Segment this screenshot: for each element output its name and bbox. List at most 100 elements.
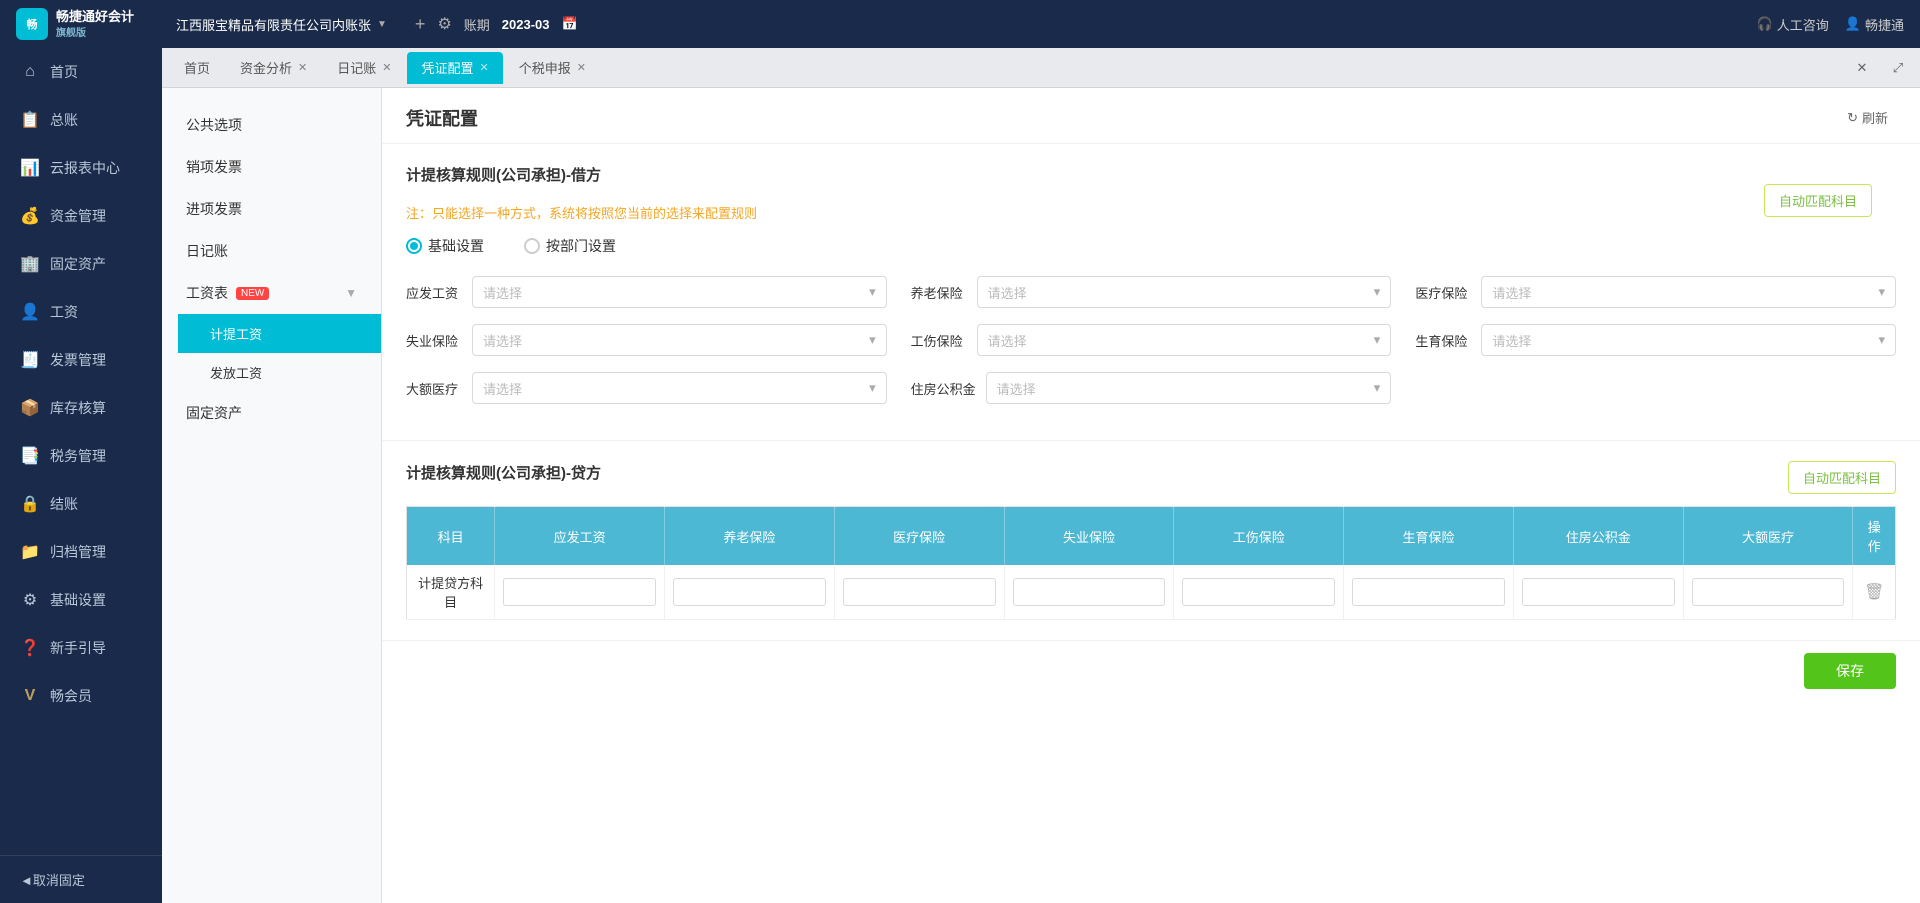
sidebar-item-ledger[interactable]: 📋 总账 bbox=[0, 96, 162, 144]
radio-basic-circle bbox=[406, 238, 422, 254]
cancel-fixed-btn[interactable]: ◄取消固定 bbox=[0, 855, 162, 903]
select-chevron2: ▾ bbox=[1374, 284, 1381, 300]
tab-capital-close[interactable]: ✕ bbox=[298, 61, 307, 74]
field-gong-shang: 工伤保险 请选择 ▾ bbox=[911, 324, 1392, 356]
input-shi-ye[interactable] bbox=[1013, 578, 1166, 606]
save-btn[interactable]: 保存 bbox=[1804, 653, 1896, 689]
add-company-btn[interactable]: + bbox=[415, 14, 426, 35]
td-zhu-fang[interactable] bbox=[1513, 565, 1683, 620]
td-shi-ye[interactable] bbox=[1004, 565, 1174, 620]
input-yi-liao[interactable] bbox=[843, 578, 996, 606]
sidebar-item-invoice[interactable]: 🧾 发票管理 bbox=[0, 336, 162, 384]
td-yi-liao[interactable] bbox=[834, 565, 1004, 620]
delete-row-btn[interactable]: 🗑 bbox=[1864, 584, 1884, 601]
select-yang-lao[interactable]: 请选择 ▾ bbox=[977, 276, 1392, 308]
page-header: 凭证配置 ↻ 刷新 bbox=[382, 88, 1920, 144]
sidebar-item-salary[interactable]: 👤 工资 bbox=[0, 288, 162, 336]
sidebar-item-capital[interactable]: 💰 资金管理 bbox=[0, 192, 162, 240]
left-nav-public-label: 公共选项 bbox=[186, 115, 242, 135]
select-ying-fa[interactable]: 请选择 ▾ bbox=[472, 276, 887, 308]
left-nav-journal[interactable]: 日记账 bbox=[162, 230, 381, 272]
settings-icon[interactable]: ⚙ bbox=[437, 14, 451, 34]
auto-match-credit-btn[interactable]: 自动匹配科目 bbox=[1788, 461, 1896, 494]
tab-journal-close[interactable]: ✕ bbox=[382, 61, 391, 74]
radio-dept[interactable]: 按部门设置 bbox=[524, 236, 616, 256]
label-yi-liao: 医疗保险 bbox=[1415, 283, 1471, 302]
sidebar-item-settings[interactable]: ⚙ 基础设置 bbox=[0, 576, 162, 624]
chevron-down-icon: ▼ bbox=[377, 19, 387, 30]
cancel-fixed-label: ◄取消固定 bbox=[20, 870, 85, 889]
input-ying-fa[interactable] bbox=[503, 578, 656, 606]
left-nav-sub: 计提工资 发放工资 bbox=[162, 314, 381, 392]
left-nav-salary-payment[interactable]: 发放工资 bbox=[178, 353, 381, 392]
select-chevron6: ▾ bbox=[1878, 332, 1885, 348]
sidebar-item-inventory[interactable]: 📦 库存核算 bbox=[0, 384, 162, 432]
sidebar-item-guide[interactable]: ❓ 新手引导 bbox=[0, 624, 162, 672]
sidebar-label-capital: 资金管理 bbox=[50, 206, 106, 226]
app-name: 畅捷通好会计 bbox=[56, 9, 134, 25]
auto-match-debit-btn[interactable]: 自动匹配科目 bbox=[1764, 184, 1872, 217]
guide-icon: ❓ bbox=[20, 638, 40, 658]
section-debit: 计提核算规则(公司承担)-借方 自动匹配科目 注：只能选择一种方式，系统将按照您… bbox=[382, 144, 1920, 441]
tab-voucher-close[interactable]: ✕ bbox=[480, 61, 489, 74]
left-nav-sales-invoice[interactable]: 销项发票 bbox=[162, 146, 381, 188]
select-zhu-fang[interactable]: 请选择 ▾ bbox=[986, 372, 1392, 404]
td-sheng-yu[interactable] bbox=[1344, 565, 1514, 620]
tab-home[interactable]: 首页 bbox=[170, 52, 224, 84]
expand-tab-btn[interactable]: ⤢ bbox=[1884, 54, 1912, 82]
left-nav-fixed-assets[interactable]: 固定资产 bbox=[162, 392, 381, 434]
refresh-btn[interactable]: ↻ 刷新 bbox=[1839, 104, 1896, 131]
logo-text: 畅捷通好会计 旗舰版 bbox=[56, 9, 134, 40]
user-btn[interactable]: 👤 畅捷通 bbox=[1845, 15, 1904, 34]
calendar-icon[interactable]: 📅 bbox=[562, 16, 578, 32]
th-subject: 科目 bbox=[407, 507, 495, 566]
select-chevron: ▾ bbox=[869, 284, 876, 300]
consult-btn[interactable]: 🎧 人工咨询 bbox=[1757, 15, 1829, 34]
new-badge: NEW bbox=[236, 287, 269, 300]
left-nav: 公共选项 销项发票 进项发票 日记账 工资表 NEW ▼ bbox=[162, 88, 382, 903]
select-sheng-yu[interactable]: 请选择 ▾ bbox=[1481, 324, 1896, 356]
input-sheng-yu[interactable] bbox=[1352, 578, 1505, 606]
tab-journal-label: 日记账 bbox=[337, 58, 376, 77]
input-yang-lao[interactable] bbox=[673, 578, 826, 606]
section-debit-header: 计提核算规则(公司承担)-借方 自动匹配科目 注：只能选择一种方式，系统将按照您… bbox=[406, 164, 1896, 222]
label-yang-lao: 养老保险 bbox=[911, 283, 967, 302]
left-nav-public[interactable]: 公共选项 bbox=[162, 104, 381, 146]
close-tab-btn[interactable]: ✕ bbox=[1848, 54, 1876, 82]
settings-icon2: ⚙ bbox=[20, 590, 40, 610]
td-gong-shang[interactable] bbox=[1174, 565, 1344, 620]
radio-basic[interactable]: 基础设置 bbox=[406, 236, 484, 256]
sidebar-item-closing[interactable]: 🔒 结账 bbox=[0, 480, 162, 528]
tab-tax-close[interactable]: ✕ bbox=[577, 61, 586, 74]
sidebar-item-home[interactable]: ⌂ 首页 bbox=[0, 48, 162, 96]
sidebar-item-reports[interactable]: 📊 云报表中心 bbox=[0, 144, 162, 192]
input-zhu-fang[interactable] bbox=[1522, 578, 1675, 606]
left-nav-salary-table[interactable]: 工资表 NEW ▼ bbox=[162, 272, 381, 314]
field-da-e: 大额医疗 请选择 ▾ bbox=[406, 372, 887, 404]
td-da-e[interactable] bbox=[1683, 565, 1853, 620]
select-gong-shang[interactable]: 请选择 ▾ bbox=[977, 324, 1392, 356]
select-da-e[interactable]: 请选择 ▾ bbox=[472, 372, 887, 404]
td-delete[interactable]: 🗑 bbox=[1853, 565, 1896, 620]
company-selector[interactable]: 江西服宝精品有限责任公司内账张 ▼ bbox=[168, 11, 395, 38]
td-yang-lao[interactable] bbox=[665, 565, 835, 620]
tab-capital[interactable]: 资金分析 ✕ bbox=[226, 52, 321, 84]
left-nav-salary-accrual[interactable]: 计提工资 bbox=[178, 314, 381, 353]
tab-journal[interactable]: 日记账 ✕ bbox=[323, 52, 405, 84]
input-da-e[interactable] bbox=[1692, 578, 1845, 606]
input-gong-shang[interactable] bbox=[1182, 578, 1335, 606]
refresh-icon: ↻ bbox=[1847, 110, 1858, 126]
sidebar-item-assets[interactable]: 🏢 固定资产 bbox=[0, 240, 162, 288]
td-ying-fa[interactable] bbox=[495, 565, 665, 620]
form-grid: 应发工资 请选择 ▾ 养老保险 请选择 ▾ bbox=[406, 276, 1896, 404]
tab-tax[interactable]: 个税申报 ✕ bbox=[505, 52, 600, 84]
select-shi-ye[interactable]: 请选择 ▾ bbox=[472, 324, 887, 356]
sidebar-item-tax[interactable]: 📑 税务管理 bbox=[0, 432, 162, 480]
sidebar-item-archive[interactable]: 📁 归档管理 bbox=[0, 528, 162, 576]
select-yi-liao[interactable]: 请选择 ▾ bbox=[1481, 276, 1896, 308]
sidebar-item-vip[interactable]: V 畅会员 bbox=[0, 672, 162, 720]
left-nav-purchase-invoice[interactable]: 进项发票 bbox=[162, 188, 381, 230]
tab-capital-label: 资金分析 bbox=[240, 58, 292, 77]
th-gong-shang: 工伤保险 bbox=[1174, 507, 1344, 566]
tab-voucher[interactable]: 凭证配置 ✕ bbox=[407, 52, 502, 84]
